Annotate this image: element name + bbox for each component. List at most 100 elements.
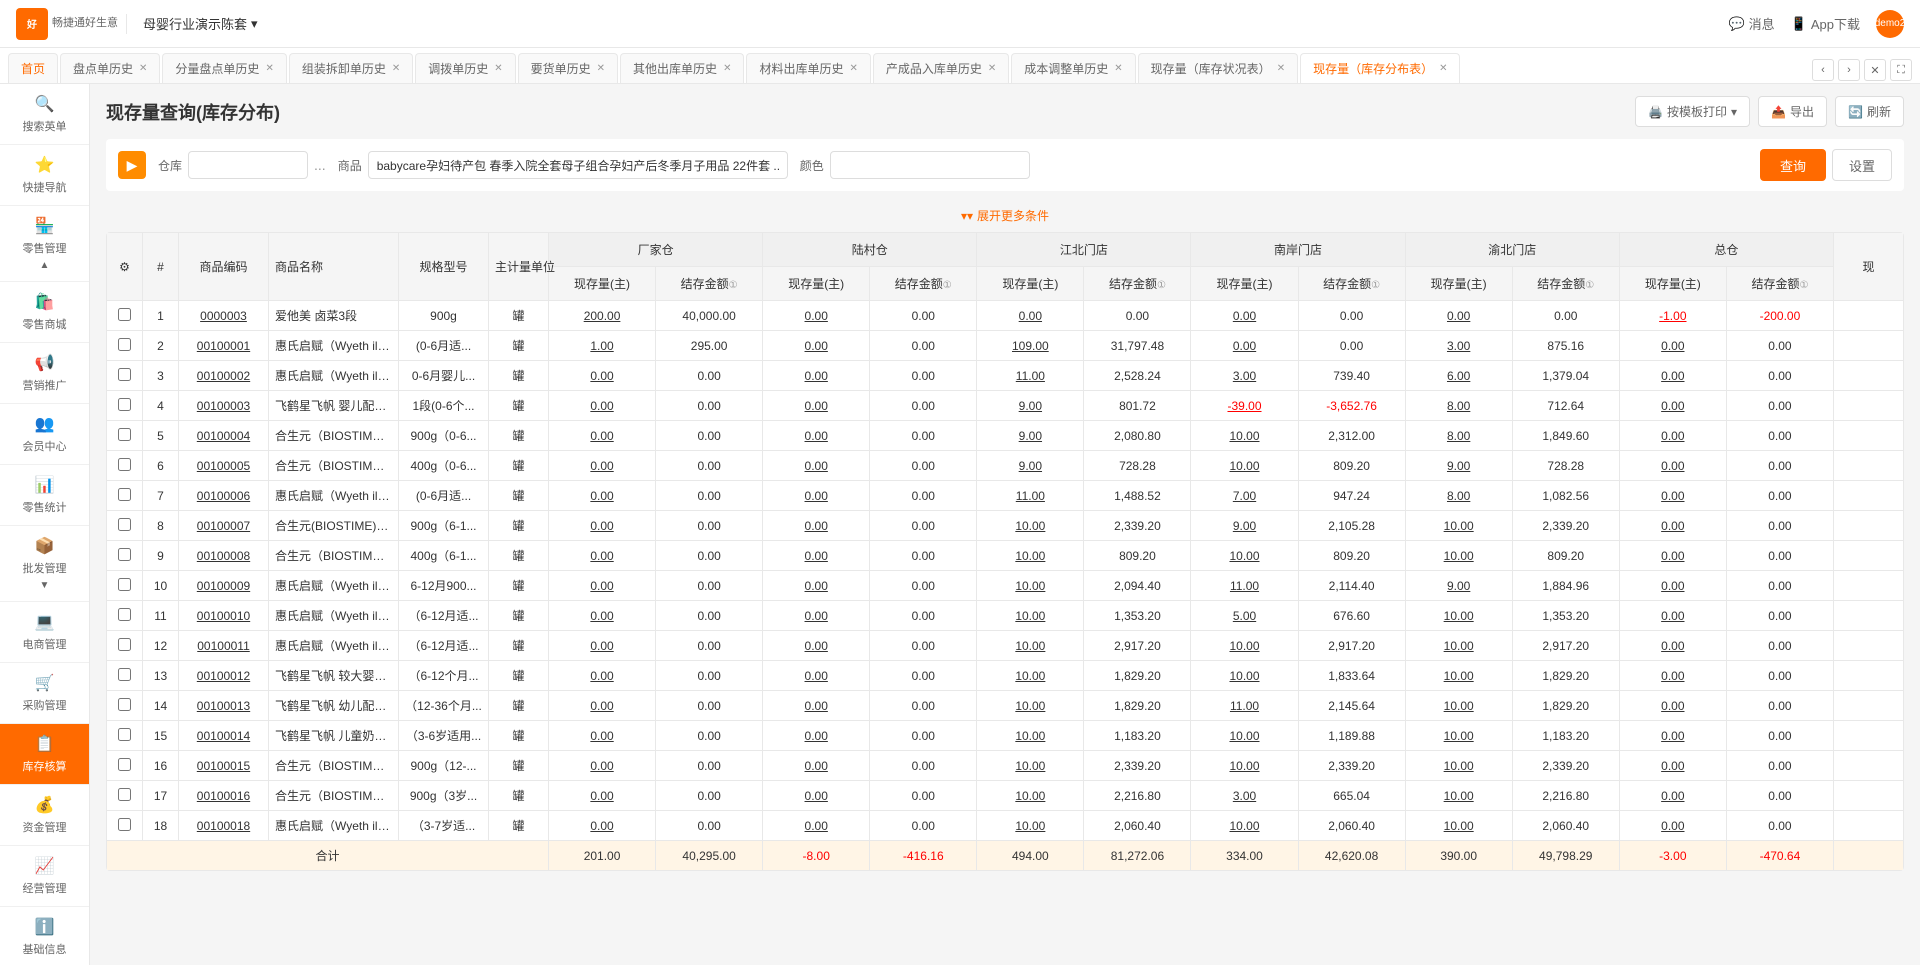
- cell-changjiacao-cur[interactable]: 0.00: [549, 451, 656, 481]
- cell-jiangbei-cur[interactable]: 9.00: [977, 421, 1084, 451]
- row-checkbox[interactable]: [118, 728, 131, 741]
- cell-nanan-cur[interactable]: 5.00: [1191, 601, 1298, 631]
- cell-jiangbei-cur[interactable]: 0.00: [977, 301, 1084, 331]
- cell-changjiacao-cur[interactable]: 0.00: [549, 751, 656, 781]
- info-icon[interactable]: ①: [943, 280, 952, 291]
- cell-code[interactable]: 00100004: [179, 421, 269, 451]
- row-checkbox[interactable]: [118, 548, 131, 561]
- cell-code[interactable]: 00100010: [179, 601, 269, 631]
- cell-lucun-cur[interactable]: 0.00: [763, 571, 870, 601]
- row-checkbox[interactable]: [118, 758, 131, 771]
- suite-selector[interactable]: 母婴行业演示陈套 ▾: [135, 10, 266, 37]
- sidebar-item-purchase[interactable]: 🛒 采购管理: [0, 663, 89, 724]
- cell-yubei-cur[interactable]: 9.00: [1405, 451, 1512, 481]
- cell-changjiacao-cur[interactable]: 0.00: [549, 391, 656, 421]
- cell-nanan-cur[interactable]: 0.00: [1191, 301, 1298, 331]
- cell-checkbox[interactable]: [107, 451, 143, 481]
- row-checkbox[interactable]: [118, 338, 131, 351]
- cell-changjiacao-cur[interactable]: 0.00: [549, 481, 656, 511]
- cell-jiangbei-cur[interactable]: 10.00: [977, 631, 1084, 661]
- cell-nanan-cur[interactable]: 10.00: [1191, 751, 1298, 781]
- cell-checkbox[interactable]: [107, 601, 143, 631]
- cell-code[interactable]: 00100008: [179, 541, 269, 571]
- row-checkbox[interactable]: [118, 458, 131, 471]
- cell-lucun-cur[interactable]: 0.00: [763, 661, 870, 691]
- cell-nanan-cur[interactable]: 3.00: [1191, 781, 1298, 811]
- cell-nanan-cur[interactable]: 10.00: [1191, 541, 1298, 571]
- cell-checkbox[interactable]: [107, 661, 143, 691]
- cell-jiangbei-cur[interactable]: 10.00: [977, 571, 1084, 601]
- cell-nanan-cur[interactable]: 11.00: [1191, 691, 1298, 721]
- cell-nanan-cur[interactable]: 3.00: [1191, 361, 1298, 391]
- cell-nanan-cur[interactable]: 10.00: [1191, 811, 1298, 841]
- row-checkbox[interactable]: [118, 698, 131, 711]
- close-icon[interactable]: ✕: [1114, 63, 1122, 74]
- row-checkbox[interactable]: [118, 308, 131, 321]
- cell-jiangbei-cur[interactable]: 10.00: [977, 511, 1084, 541]
- cell-yubei-cur[interactable]: 8.00: [1405, 391, 1512, 421]
- cell-lucun-cur[interactable]: 0.00: [763, 721, 870, 751]
- cell-checkbox[interactable]: [107, 301, 143, 331]
- cell-checkbox[interactable]: [107, 631, 143, 661]
- cell-jiangbei-cur[interactable]: 109.00: [977, 331, 1084, 361]
- cell-changjiacao-cur[interactable]: 0.00: [549, 721, 656, 751]
- sidebar-item-marketing[interactable]: 📢 营销推广: [0, 343, 89, 404]
- cell-checkbox[interactable]: [107, 541, 143, 571]
- cell-jiangbei-cur[interactable]: 9.00: [977, 451, 1084, 481]
- cell-code[interactable]: 00100013: [179, 691, 269, 721]
- info-icon[interactable]: ①: [1371, 280, 1380, 291]
- row-checkbox[interactable]: [118, 518, 131, 531]
- cell-lucun-cur[interactable]: 0.00: [763, 451, 870, 481]
- close-icon[interactable]: ✕: [139, 63, 147, 74]
- color-input[interactable]: [830, 151, 1030, 179]
- cell-jiangbei-cur[interactable]: 11.00: [977, 361, 1084, 391]
- expand-conditions-button[interactable]: ▾▾ 展开更多条件: [953, 203, 1057, 228]
- cell-lucun-cur[interactable]: 0.00: [763, 751, 870, 781]
- cell-jiangbei-cur[interactable]: 10.00: [977, 691, 1084, 721]
- expand-arrow-button[interactable]: ▶: [118, 151, 146, 179]
- cell-code[interactable]: 00100015: [179, 751, 269, 781]
- cell-total-cur[interactable]: 0.00: [1619, 721, 1726, 751]
- close-icon[interactable]: ✕: [597, 63, 605, 74]
- cell-checkbox[interactable]: [107, 811, 143, 841]
- row-checkbox[interactable]: [118, 398, 131, 411]
- cell-yubei-cur[interactable]: 10.00: [1405, 661, 1512, 691]
- row-checkbox[interactable]: [118, 638, 131, 651]
- cell-changjiacao-cur[interactable]: 0.00: [549, 811, 656, 841]
- tab-cost-adjust[interactable]: 成本调整单历史 ✕: [1011, 53, 1135, 83]
- cell-checkbox[interactable]: [107, 481, 143, 511]
- cell-total-cur[interactable]: 0.00: [1619, 361, 1726, 391]
- cell-nanan-cur[interactable]: 11.00: [1191, 571, 1298, 601]
- row-checkbox[interactable]: [118, 488, 131, 501]
- tab-requisition[interactable]: 要货单历史 ✕: [518, 53, 618, 83]
- sidebar-item-members[interactable]: 👥 会员中心: [0, 404, 89, 465]
- sidebar-item-ecommerce[interactable]: 💻 电商管理: [0, 602, 89, 663]
- cell-changjiacao-cur[interactable]: 1.00: [549, 331, 656, 361]
- tab-home[interactable]: 首页: [8, 53, 58, 83]
- cell-checkbox[interactable]: [107, 751, 143, 781]
- cell-changjiacao-cur[interactable]: 0.00: [549, 541, 656, 571]
- tab-transfer[interactable]: 调拨单历史 ✕: [415, 53, 515, 83]
- sidebar-item-finance[interactable]: 💰 资金管理: [0, 785, 89, 846]
- cell-yubei-cur[interactable]: 8.00: [1405, 481, 1512, 511]
- cell-changjiacao-cur[interactable]: 200.00: [549, 301, 656, 331]
- cell-jiangbei-cur[interactable]: 10.00: [977, 751, 1084, 781]
- row-checkbox[interactable]: [118, 368, 131, 381]
- cell-code[interactable]: 00100006: [179, 481, 269, 511]
- cell-checkbox[interactable]: [107, 361, 143, 391]
- message-action[interactable]: 💬 消息: [1728, 14, 1774, 33]
- cell-code[interactable]: 00100011: [179, 631, 269, 661]
- close-icon[interactable]: ✕: [988, 63, 996, 74]
- cell-changjiacao-cur[interactable]: 0.00: [549, 631, 656, 661]
- cell-code[interactable]: 00100018: [179, 811, 269, 841]
- sidebar-item-wholesale[interactable]: 📦 批发管理 ▼: [0, 526, 89, 602]
- cell-code[interactable]: 00100009: [179, 571, 269, 601]
- cell-nanan-cur[interactable]: 10.00: [1191, 631, 1298, 661]
- cell-checkbox[interactable]: [107, 511, 143, 541]
- close-icon[interactable]: ✕: [849, 63, 857, 74]
- cell-total-cur[interactable]: 0.00: [1619, 511, 1726, 541]
- cell-total-cur[interactable]: 0.00: [1619, 571, 1726, 601]
- cell-total-cur[interactable]: 0.00: [1619, 631, 1726, 661]
- warehouse-input[interactable]: [188, 151, 308, 179]
- cell-changjiacao-cur[interactable]: 0.00: [549, 511, 656, 541]
